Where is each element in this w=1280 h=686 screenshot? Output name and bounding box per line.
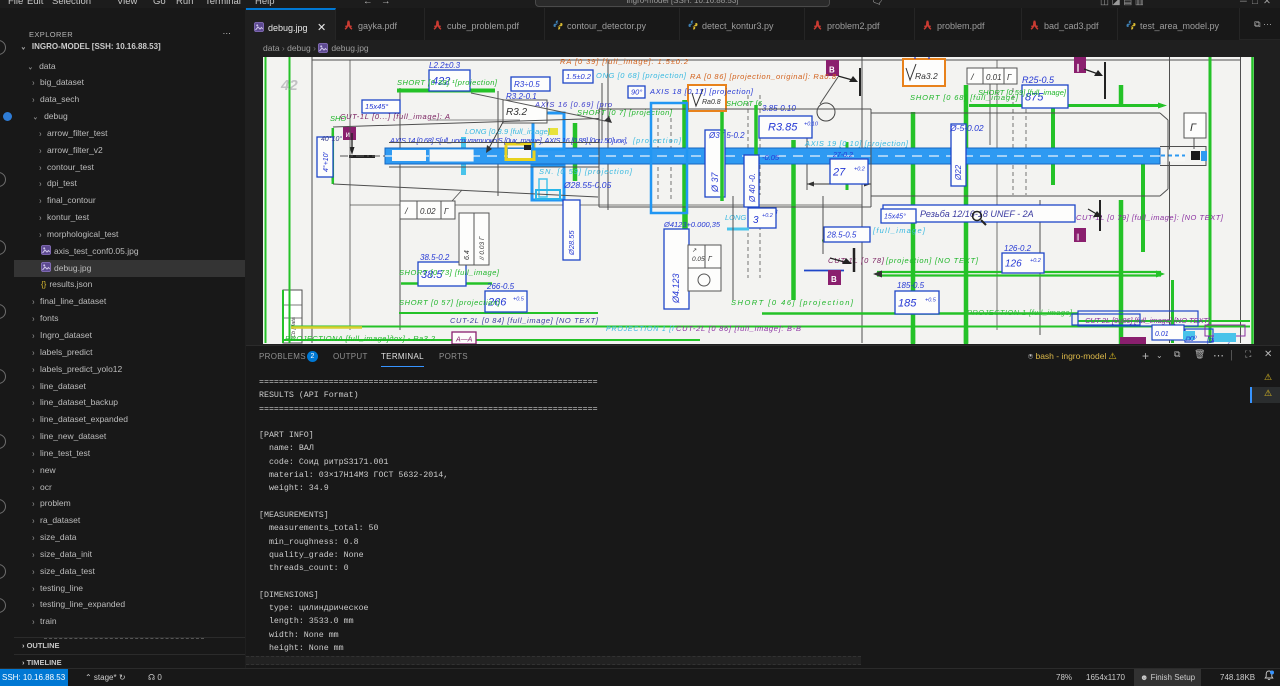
svg-text:185: 185 xyxy=(898,298,917,310)
svg-text:3: 3 xyxy=(753,215,759,226)
svg-text:+0.2: +0.2 xyxy=(1030,258,1041,264)
svg-text:+0.2: +0.2 xyxy=(854,167,865,173)
svg-text:AXIS 14 [0.68] S[ull_иотилатио: AXIS 14 [0.68] S[ull_иотилатиоко'S [0ик_… xyxy=(389,136,628,145)
svg-text:0.02: 0.02 xyxy=(420,207,436,216)
svg-text:27: 27 xyxy=(832,167,846,179)
svg-text:A—A: A—A xyxy=(455,337,473,344)
svg-text:SHORT [0 57] [projection]: SHORT [0 57] [projection] xyxy=(399,298,501,307)
svg-text:0.01: 0.01 xyxy=(986,73,1002,82)
svg-text:185-0.5: 185-0.5 xyxy=(897,281,925,290)
svg-text:SHORT [0 73] [full_image]: SHORT [0 73] [full_image] xyxy=(399,268,500,277)
svg-text:0.05: 0.05 xyxy=(692,256,705,263)
svg-text:LONG: LONG xyxy=(725,213,746,222)
svg-text:AXIS 19 [0 10] [projection]: AXIS 19 [0 10] [projection] xyxy=(804,139,909,148)
svg-text:126-0.2: 126-0.2 xyxy=(1004,244,1032,253)
svg-text:Γ: Γ xyxy=(1190,122,1197,134)
svg-text:LONG [0.8.9 [full_image]: LONG [0.8.9 [full_image] xyxy=(465,127,551,136)
svg-text:Ra3.2: Ra3.2 xyxy=(915,71,938,81)
svg-text:28.5-0.5: 28.5-0.5 xyxy=(826,230,857,239)
svg-text:SHORT [0.59] [full_image]: SHORT [0.59] [full_image] xyxy=(978,88,1067,97)
svg-text:Ø 40 -0.: Ø 40 -0. xyxy=(748,173,757,203)
svg-text:SN. [0 59] [projection]: SN. [0 59] [projection] xyxy=(539,167,633,176)
svg-text:Ø22: Ø22 xyxy=(954,164,963,181)
svg-text:+0.10: +0.10 xyxy=(804,122,819,128)
svg-text:R3.2: R3.2 xyxy=(506,107,528,118)
svg-text:RA [0 39] [full_image]: 1.5±0.: RA [0 39] [full_image]: 1.5±0.2 xyxy=(560,57,689,66)
svg-text:AXIS 16 [0.69] [pro: AXIS 16 [0.69] [pro xyxy=(534,100,612,109)
svg-text:-0.05: -0.05 xyxy=(762,153,780,162)
svg-text:Γ: Γ xyxy=(1007,73,1012,82)
svg-text:4°+10': 4°+10' xyxy=(322,151,330,172)
svg-text:[projection]: [projection] xyxy=(632,136,682,145)
svg-text:// 0.03 Γ: // 0.03 Γ xyxy=(479,236,486,261)
svg-text:27-0.2: 27-0.2 xyxy=(832,152,853,159)
svg-text:40°10°: 40°10° xyxy=(321,135,342,143)
svg-text:B: B xyxy=(831,275,837,284)
svg-text:CUT-2L [0 86] [full_image]: B-: CUT-2L [0 86] [full_image]: B-B xyxy=(676,324,801,333)
svg-text:Ø4.123: Ø4.123 xyxy=(671,273,681,304)
svg-text:SHORT [0 38] ¹[projection]: SHORT [0 38] ¹[projection] xyxy=(397,78,498,87)
svg-text:15x45°: 15x45° xyxy=(884,213,906,221)
svg-text:Резьба 12/16-18 UNEF - 2A: Резьба 12/16-18 UNEF - 2A xyxy=(920,209,1034,219)
svg-text:Ra0.8: Ra0.8 xyxy=(702,99,721,106)
svg-text:126: 126 xyxy=(1005,259,1022,270)
svg-text:∥: ∥ xyxy=(1076,233,1080,241)
svg-text:CUT-1L [0 78]: CUT-1L [0 78] xyxy=(828,256,885,265)
svg-text:[full_image]: [full_image] xyxy=(872,226,926,235)
svg-text:+0.5: +0.5 xyxy=(513,297,525,303)
svg-text:R3.2-0.1: R3.2-0.1 xyxy=(506,92,537,101)
svg-text:PROJECTIONA [full_image]дох] -: PROJECTIONA [full_image]дох] - Ra3.2 xyxy=(285,334,436,343)
svg-text:+0.5: +0.5 xyxy=(925,298,937,304)
svg-text:0.01: 0.01 xyxy=(1155,331,1169,338)
svg-text:AXIS 18 [0.11] [projection]: AXIS 18 [0.11] [projection] xyxy=(649,87,754,96)
svg-text:R25-0.5: R25-0.5 xyxy=(1022,75,1055,85)
svg-text:и: и xyxy=(346,130,350,139)
svg-text:PROJECTION 1 [f: PROJECTION 1 [f xyxy=(606,326,675,333)
svg-text:+0.2: +0.2 xyxy=(762,213,773,219)
svg-text:Γ: Γ xyxy=(444,207,449,216)
svg-text:CUT-2L [0и86] [full_image] [NO: CUT-2L [0и86] [full_image] [NO TEXT] xyxy=(1085,316,1211,325)
svg-text:42: 42 xyxy=(280,77,298,94)
svg-text:Ø28.55: Ø28.55 xyxy=(567,230,576,256)
svg-text:ONG [0 68] [projection]: ONG [0 68] [projection] xyxy=(596,71,687,80)
svg-text:6.4: 6.4 xyxy=(464,250,471,260)
svg-text:↗: ↗ xyxy=(692,248,697,254)
svg-text:266-0.5: 266-0.5 xyxy=(486,282,515,291)
svg-text:R3÷0.5: R3÷0.5 xyxy=(514,80,540,89)
svg-text:Ø-5-0.02: Ø-5-0.02 xyxy=(949,123,984,133)
svg-text:90°: 90° xyxy=(631,88,642,97)
svg-text:[projection] [NO TEXT]: [projection] [NO TEXT] xyxy=(885,256,979,265)
svg-text:Ø28.55-0.05: Ø28.55-0.05 xyxy=(563,180,612,190)
svg-text:L2.2±0.3: L2.2±0.3 xyxy=(429,61,461,70)
svg-text:1.5±0.2: 1.5±0.2 xyxy=(566,72,592,81)
svg-text:∥: ∥ xyxy=(1076,63,1080,72)
svg-text:15x45°: 15x45° xyxy=(365,102,388,111)
svg-text:R3.85: R3.85 xyxy=(768,122,798,134)
svg-text:Ø4123+0.000,35: Ø4123+0.000,35 xyxy=(663,220,721,229)
svg-text:38.5-0.2: 38.5-0.2 xyxy=(420,253,450,262)
svg-text:Ø 37: Ø 37 xyxy=(710,171,720,193)
svg-text:CUT-2L [0 84] [full_image] [NO: CUT-2L [0 84] [full_image] [NO TEXT] xyxy=(450,316,599,325)
svg-text:⧉0º: ⧉0º xyxy=(1185,336,1197,343)
svg-text:SHORT [0 46] [projection]: SHORT [0 46] [projection] xyxy=(731,298,854,307)
svg-text:PROJECTION 1 [full_image]: PROJECTION 1 [full_image] xyxy=(967,308,1073,317)
svg-text:RA [0 86] [projection_original: RA [0 86] [projection_original]: Ra0.8 xyxy=(690,72,837,81)
svg-text:Ø37.5-0.2: Ø37.5-0.2 xyxy=(708,131,745,140)
